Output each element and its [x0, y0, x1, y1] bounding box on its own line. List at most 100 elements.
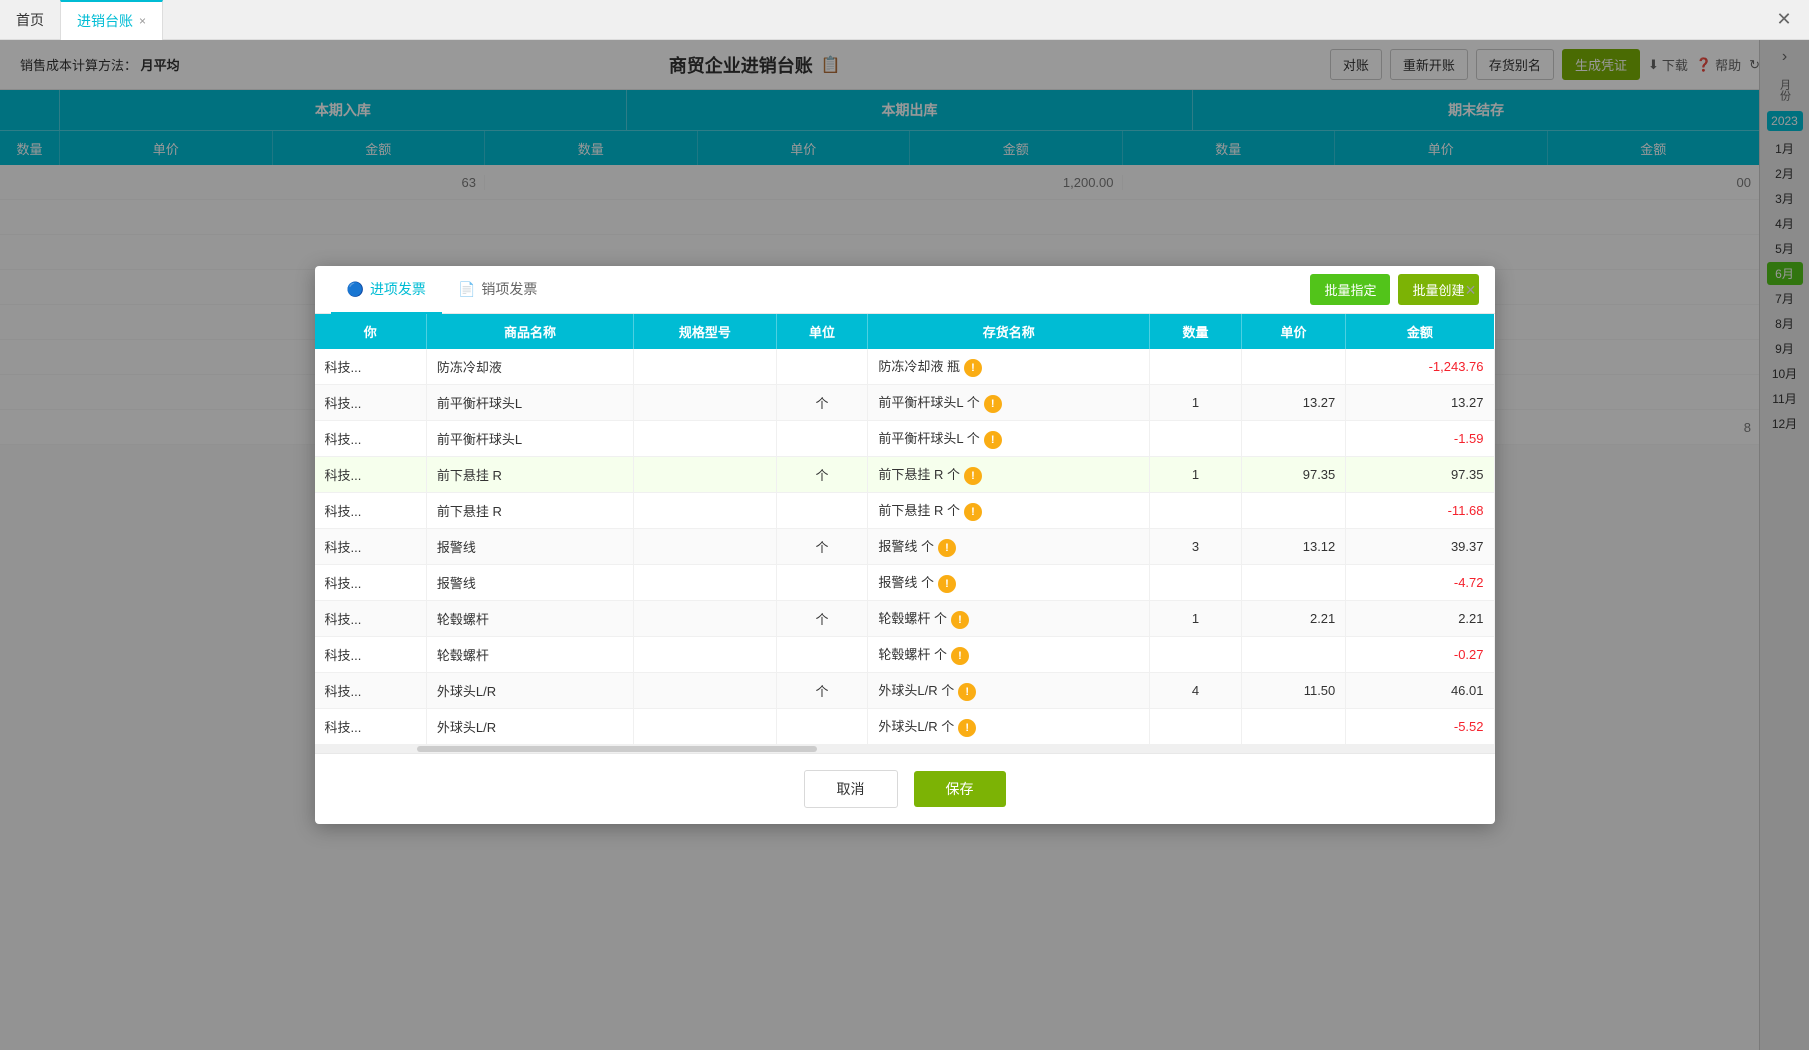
warning-icon: !	[958, 719, 976, 737]
warning-icon: !	[938, 575, 956, 593]
table-cell: 13.27	[1346, 385, 1494, 421]
table-cell	[1241, 637, 1345, 673]
table-cell: 科技...	[315, 565, 427, 601]
table-cell: -4.72	[1346, 565, 1494, 601]
table-row[interactable]: 科技...轮毂螺杆个轮毂螺杆 个!12.212.21	[315, 601, 1495, 637]
table-cell: 个	[776, 529, 868, 565]
modal-table-wrap[interactable]: 你 商品名称 规格型号 单位 存货名称 数量 单价 金额 科技...防冻冷却液防…	[315, 314, 1495, 745]
tab-sales-invoice[interactable]: 📄 销项发票	[442, 266, 553, 314]
table-cell: 科技...	[315, 637, 427, 673]
table-cell	[634, 385, 776, 421]
table-cell: 外球头L/R 个!	[868, 673, 1150, 709]
table-cell	[634, 421, 776, 457]
table-cell: 46.01	[1346, 673, 1494, 709]
table-cell: 1	[1150, 385, 1242, 421]
table-cell: 前下悬挂 R 个!	[868, 457, 1150, 493]
th-product-name: 商品名称	[426, 314, 633, 349]
table-row[interactable]: 科技...外球头L/R个外球头L/R 个!411.5046.01	[315, 673, 1495, 709]
table-cell: 个	[776, 385, 868, 421]
table-row[interactable]: 科技...报警线个报警线 个!313.1239.37	[315, 529, 1495, 565]
table-cell: 1	[1150, 457, 1242, 493]
table-cell: 报警线	[426, 565, 633, 601]
tab-purchase-invoice[interactable]: 🔵 进项发票	[331, 266, 442, 314]
cancel-button[interactable]: 取消	[804, 770, 898, 808]
table-cell	[776, 637, 868, 673]
tab-close-icon[interactable]: ×	[139, 1, 146, 41]
table-cell: 2.21	[1241, 601, 1345, 637]
warning-icon: !	[951, 611, 969, 629]
table-row[interactable]: 科技...防冻冷却液防冻冷却液 瓶!-1,243.76	[315, 349, 1495, 385]
warning-icon: !	[984, 431, 1002, 449]
table-cell	[1150, 709, 1242, 745]
modal-scrollbar[interactable]	[315, 745, 1495, 753]
save-button[interactable]: 保存	[914, 771, 1006, 807]
table-cell: 97.35	[1241, 457, 1345, 493]
table-cell: 前平衡杆球头L 个!	[868, 385, 1150, 421]
table-cell	[776, 709, 868, 745]
table-cell: 轮毂螺杆	[426, 601, 633, 637]
table-header-row: 你 商品名称 规格型号 单位 存货名称 数量 单价 金额	[315, 314, 1495, 349]
table-cell: 科技...	[315, 673, 427, 709]
table-cell	[1150, 493, 1242, 529]
table-cell	[1241, 493, 1345, 529]
window-close-button[interactable]: ✕	[1759, 0, 1809, 40]
main-area: 销售成本计算方法： 月平均 商贸企业进销台账 📋 对账 重新开账 存货别名 生成…	[0, 40, 1809, 1050]
purchase-tab-label: 进项发票	[370, 265, 426, 313]
warning-icon: !	[938, 539, 956, 557]
table-row[interactable]: 科技...轮毂螺杆 轮毂螺杆 个! -0.27	[315, 637, 1495, 673]
table-cell	[1241, 709, 1345, 745]
th-quantity: 数量	[1150, 314, 1242, 349]
top-bar: 首页 进销台账 × ✕	[0, 0, 1809, 40]
table-cell: 前平衡杆球头L	[426, 421, 633, 457]
purchase-tab-icon: 🔵	[347, 265, 364, 313]
table-cell: 报警线 个!	[868, 565, 1150, 601]
table-cell	[1150, 565, 1242, 601]
table-cell: 报警线 个!	[868, 529, 1150, 565]
invoice-table: 你 商品名称 规格型号 单位 存货名称 数量 单价 金额 科技...防冻冷却液防…	[315, 314, 1495, 745]
table-cell	[634, 349, 776, 385]
table-cell	[776, 493, 868, 529]
batch-assign-button[interactable]: 批量指定	[1310, 274, 1390, 305]
table-cell: 前下悬挂 R 个!	[868, 493, 1150, 529]
table-cell	[634, 637, 776, 673]
table-cell: 2.21	[1346, 601, 1494, 637]
modal-close-button[interactable]: ×	[1459, 278, 1483, 302]
table-cell: 4	[1150, 673, 1242, 709]
table-cell	[1150, 421, 1242, 457]
table-cell: 3	[1150, 529, 1242, 565]
table-row[interactable]: 科技...前平衡杆球头L前平衡杆球头L 个!-1.59	[315, 421, 1495, 457]
table-cell	[776, 349, 868, 385]
table-cell	[776, 565, 868, 601]
tab-active-label: 进销台账	[77, 1, 133, 41]
sales-tab-icon: 📄	[458, 265, 475, 313]
table-cell: 外球头L/R	[426, 709, 633, 745]
table-cell: 轮毂螺杆	[426, 637, 633, 673]
table-cell: 39.37	[1346, 529, 1494, 565]
table-cell	[634, 457, 776, 493]
table-cell: 防冻冷却液	[426, 349, 633, 385]
tab-active[interactable]: 进销台账 ×	[60, 0, 163, 40]
table-cell: 科技...	[315, 349, 427, 385]
table-cell: 科技...	[315, 709, 427, 745]
warning-icon: !	[958, 683, 976, 701]
modal-overlay: 🔵 进项发票 📄 销项发票 批量指定 批量创建 ×	[0, 40, 1809, 1050]
table-row[interactable]: 科技...前平衡杆球头L个前平衡杆球头L 个!113.2713.27	[315, 385, 1495, 421]
table-row[interactable]: 科技...外球头L/R外球头L/R 个!-5.52	[315, 709, 1495, 745]
table-row[interactable]: 科技...前下悬挂 R前下悬挂 R 个!-11.68	[315, 493, 1495, 529]
table-cell: 轮毂螺杆 个!	[868, 637, 1150, 673]
table-cell: -0.27	[1346, 637, 1494, 673]
table-cell: 个	[776, 457, 868, 493]
modal-header: 🔵 进项发票 📄 销项发票 批量指定 批量创建 ×	[315, 266, 1495, 314]
table-cell	[1241, 421, 1345, 457]
table-cell: -1.59	[1346, 421, 1494, 457]
table-cell: -11.68	[1346, 493, 1494, 529]
th-unit: 单位	[776, 314, 868, 349]
table-row[interactable]: 科技...前下悬挂 R个前下悬挂 R 个!197.3597.35	[315, 457, 1495, 493]
table-cell: 外球头L/R 个!	[868, 709, 1150, 745]
modal-dialog: 🔵 进项发票 📄 销项发票 批量指定 批量创建 ×	[315, 266, 1495, 824]
tab-home[interactable]: 首页	[0, 0, 60, 40]
table-cell: 11.50	[1241, 673, 1345, 709]
table-cell: 报警线	[426, 529, 633, 565]
table-cell	[1241, 565, 1345, 601]
table-row[interactable]: 科技...报警线 报警线 个! -4.72	[315, 565, 1495, 601]
